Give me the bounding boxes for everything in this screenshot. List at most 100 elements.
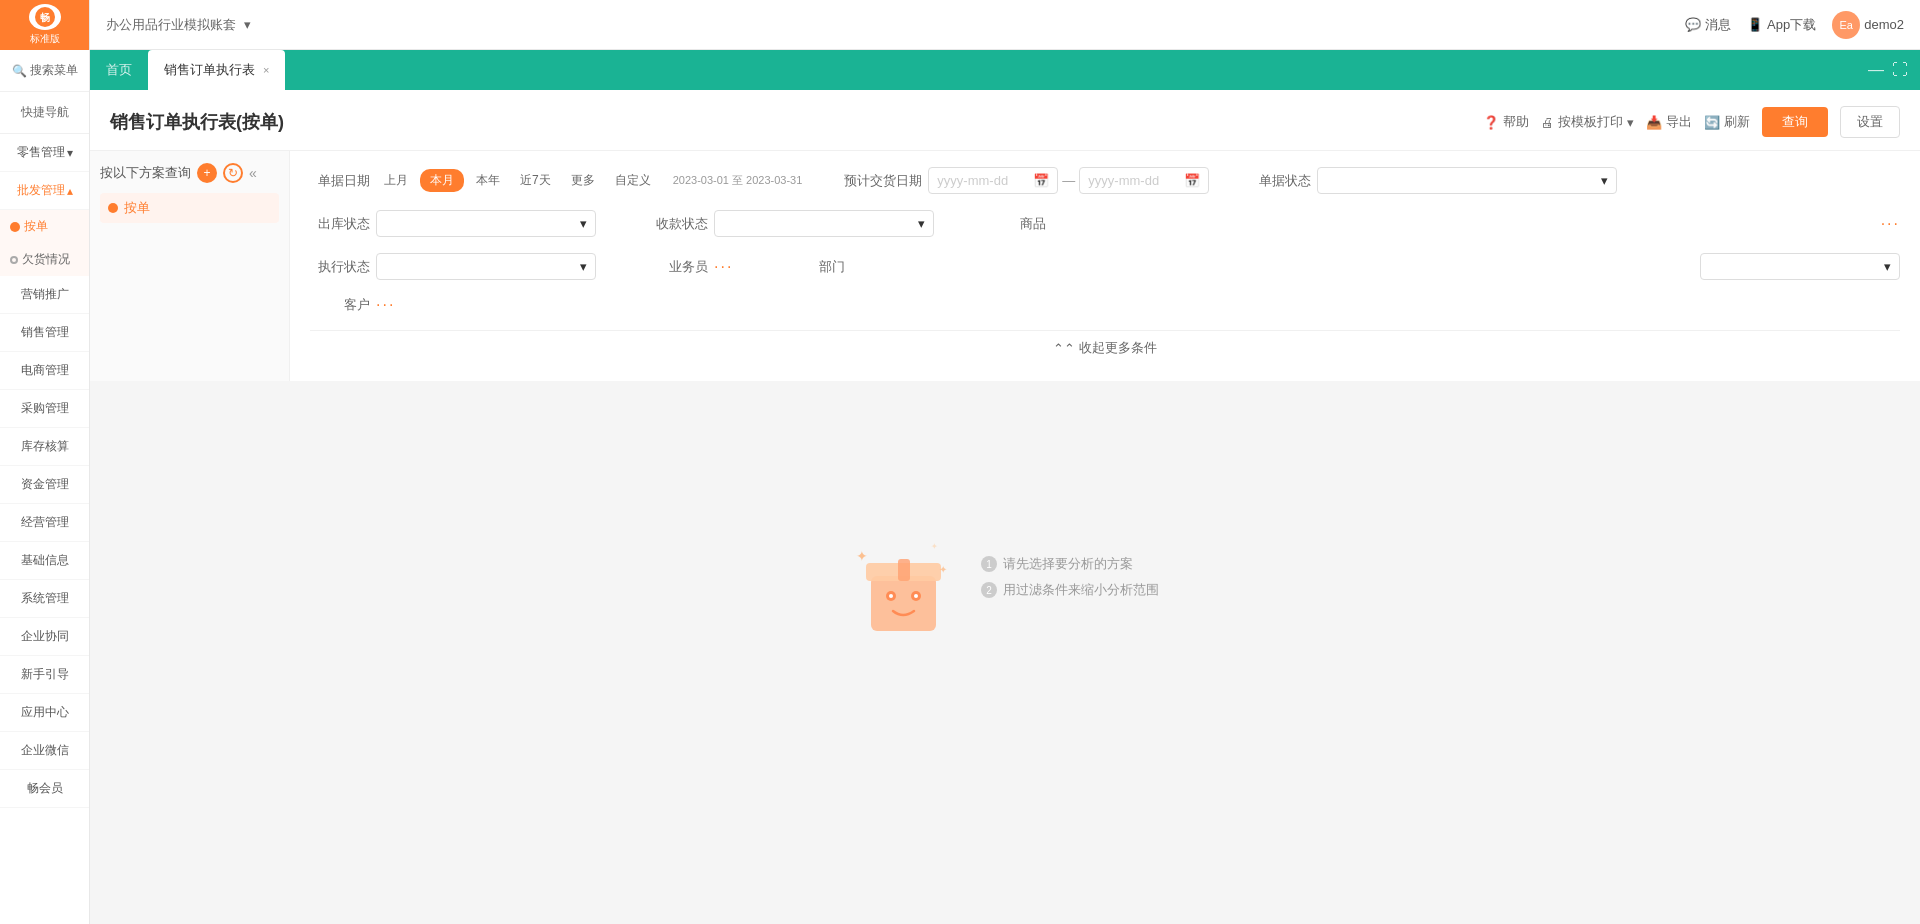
salesman-field: 业务员 ··· <box>648 258 733 276</box>
export-icon: 📥 <box>1646 115 1662 130</box>
sidebar-item-guide[interactable]: 新手引导 <box>0 656 89 694</box>
sidebar-item-wechat[interactable]: 企业微信 <box>0 732 89 770</box>
sidebar-item-retail[interactable]: 零售管理 ▾ <box>0 134 89 172</box>
wechat-label: 企业微信 <box>21 743 69 757</box>
finance-label: 资金管理 <box>21 477 69 491</box>
svg-rect-2 <box>871 576 936 631</box>
sidebar-item-basic-info[interactable]: 基础信息 <box>0 542 89 580</box>
search-menu-button[interactable]: 🔍 搜索菜单 <box>6 58 83 83</box>
filter-panel: 按以下方案查询 + ↻ « 按单 单据日期 <box>90 151 1920 381</box>
tab-maximize-button[interactable]: ⛶ <box>1892 61 1908 79</box>
exec-status-label: 执行状态 <box>310 258 370 276</box>
product-dots-button[interactable]: ··· <box>1881 215 1900 233</box>
submenu-backorder-label: 欠货情况 <box>22 251 70 268</box>
refresh-scheme-button[interactable]: ↻ <box>223 163 243 183</box>
predict-date-label: 预计交货日期 <box>844 172 922 190</box>
collapse-label: 收起更多条件 <box>1079 339 1157 357</box>
user-profile-button[interactable]: Ea demo2 <box>1832 11 1904 39</box>
date-tab-more[interactable]: 更多 <box>563 168 603 193</box>
customer-dots-button[interactable]: ··· <box>376 296 395 314</box>
dept-select[interactable]: ▾ <box>1700 253 1900 280</box>
empty-illustration: ✦ ✦ ✦ <box>851 531 951 631</box>
tab-close-icon[interactable]: × <box>263 64 269 76</box>
svg-text:畅: 畅 <box>40 12 50 23</box>
print-arrow-icon: ▾ <box>1627 115 1634 130</box>
quick-nav-button[interactable]: 快捷导航 <box>0 98 89 127</box>
date-tab-this-month[interactable]: 本月 <box>420 169 464 192</box>
empty-state: ✦ ✦ ✦ 1 请先选择要分析的方案 2 用过滤条件来缩小分析范围 <box>851 531 1159 631</box>
sidebar-item-system[interactable]: 系统管理 <box>0 580 89 618</box>
dept-field: 部门 ▾ <box>785 253 1900 280</box>
scheme-item-order[interactable]: 按单 <box>100 193 279 223</box>
svg-text:✦: ✦ <box>856 548 868 564</box>
sidebar-logo: 畅 标准版 <box>0 0 89 50</box>
sidebar-item-membership[interactable]: 畅会员 <box>0 770 89 808</box>
top-header: 办公用品行业模拟账套 ▾ 💬 消息 📱 App下载 Ea demo2 <box>90 0 1920 50</box>
svg-point-8 <box>914 594 918 598</box>
app-download-button[interactable]: 📱 App下载 <box>1747 16 1816 34</box>
message-label: 消息 <box>1705 16 1731 34</box>
sidebar-item-appstore[interactable]: 应用中心 <box>0 694 89 732</box>
refresh-icon: 🔄 <box>1704 115 1720 130</box>
payment-status-label: 收款状态 <box>648 215 708 233</box>
delivery-status-select[interactable]: ▾ <box>376 210 596 237</box>
sidebar-item-finance[interactable]: 资金管理 <box>0 466 89 504</box>
page-title: 销售订单执行表(按单) <box>110 110 284 134</box>
retail-arrow: ▾ <box>67 146 73 160</box>
sidebar-item-purchase[interactable]: 采购管理 <box>0 390 89 428</box>
salesman-dots-button[interactable]: ··· <box>714 258 733 276</box>
message-button[interactable]: 💬 消息 <box>1685 16 1731 34</box>
sidebar-item-operations[interactable]: 经营管理 <box>0 504 89 542</box>
add-scheme-button[interactable]: + <box>197 163 217 183</box>
dept-arrow-icon: ▾ <box>1884 259 1891 274</box>
sidebar-item-enterprise[interactable]: 企业协同 <box>0 618 89 656</box>
date-tab-this-year[interactable]: 本年 <box>468 168 508 193</box>
filter-row-1: 单据日期 上月 本月 本年 近7天 更多 自定义 2023-03-01 至 20… <box>310 167 1900 194</box>
submenu-item-backorder[interactable]: 欠货情况 <box>0 243 89 276</box>
collapse-button[interactable]: ⌃⌃ 收起更多条件 <box>310 330 1900 365</box>
sidebar-item-inventory[interactable]: 库存核算 <box>0 428 89 466</box>
submenu-item-order[interactable]: 按单 <box>0 210 89 243</box>
content-area: ✦ ✦ ✦ 1 请先选择要分析的方案 2 用过滤条件来缩小分析范围 <box>90 381 1920 781</box>
empty-tip-2: 2 用过滤条件来缩小分析范围 <box>981 581 1159 599</box>
predict-date-end[interactable]: yyyy-mm-dd 📅 <box>1079 167 1209 194</box>
collapse-side-button[interactable]: « <box>249 165 257 181</box>
inactive-dot-icon <box>10 256 18 264</box>
export-button[interactable]: 📥 导出 <box>1646 113 1692 131</box>
predict-date-field: 预计交货日期 yyyy-mm-dd 📅 — yyyy-mm-dd 📅 <box>844 167 1209 194</box>
search-icon: 🔍 <box>12 64 27 78</box>
tab-minimize-button[interactable]: — <box>1868 61 1884 79</box>
sidebar-item-ecommerce[interactable]: 电商管理 <box>0 352 89 390</box>
filter-side: 按以下方案查询 + ↻ « 按单 <box>90 151 290 381</box>
refresh-button[interactable]: 🔄 刷新 <box>1704 113 1750 131</box>
sidebar-item-sales[interactable]: 销售管理 <box>0 314 89 352</box>
setting-button[interactable]: 设置 <box>1840 106 1900 138</box>
wholesale-arrow: ▴ <box>67 184 73 198</box>
sidebar-item-wholesale[interactable]: 批发管理 ▴ <box>0 172 89 210</box>
date-range-inputs: yyyy-mm-dd 📅 — yyyy-mm-dd 📅 <box>928 167 1209 194</box>
help-button[interactable]: ❓ 帮助 <box>1483 113 1529 131</box>
date-tabs: 上月 本月 本年 近7天 更多 自定义 <box>376 168 659 193</box>
setting-label: 设置 <box>1857 114 1883 129</box>
date-tab-last-month[interactable]: 上月 <box>376 168 416 193</box>
query-button[interactable]: 查询 <box>1762 107 1828 137</box>
predict-date-start[interactable]: yyyy-mm-dd 📅 <box>928 167 1058 194</box>
sidebar-menu: 零售管理 ▾ 批发管理 ▴ 按单 欠货情况 营销推广 销售管理 电商管理 <box>0 134 89 924</box>
date-tab-custom[interactable]: 自定义 <box>607 168 659 193</box>
breadcrumb-text: 办公用品行业模拟账套 <box>106 16 236 34</box>
empty-svg: ✦ ✦ ✦ <box>851 531 961 641</box>
print-button[interactable]: 🖨 按模板打印 ▾ <box>1541 113 1634 131</box>
date-tab-7days[interactable]: 近7天 <box>512 168 559 193</box>
exec-status-select[interactable]: ▾ <box>376 253 596 280</box>
wholesale-submenu: 按单 欠货情况 <box>0 210 89 276</box>
filter-row-4: 客户 ··· <box>310 296 1900 314</box>
payment-status-select[interactable]: ▾ <box>714 210 934 237</box>
filter-side-title: 按以下方案查询 <box>100 164 191 182</box>
tab-sales-order[interactable]: 销售订单执行表 × <box>148 50 285 90</box>
sidebar-item-marketing[interactable]: 营销推广 <box>0 276 89 314</box>
doc-status-field: 单据状态 ▾ <box>1251 167 1900 194</box>
wholesale-label: 批发管理 <box>17 182 65 199</box>
date-placeholder-2: yyyy-mm-dd <box>1088 173 1159 188</box>
tab-home[interactable]: 首页 <box>90 50 148 90</box>
doc-status-select[interactable]: ▾ <box>1317 167 1617 194</box>
